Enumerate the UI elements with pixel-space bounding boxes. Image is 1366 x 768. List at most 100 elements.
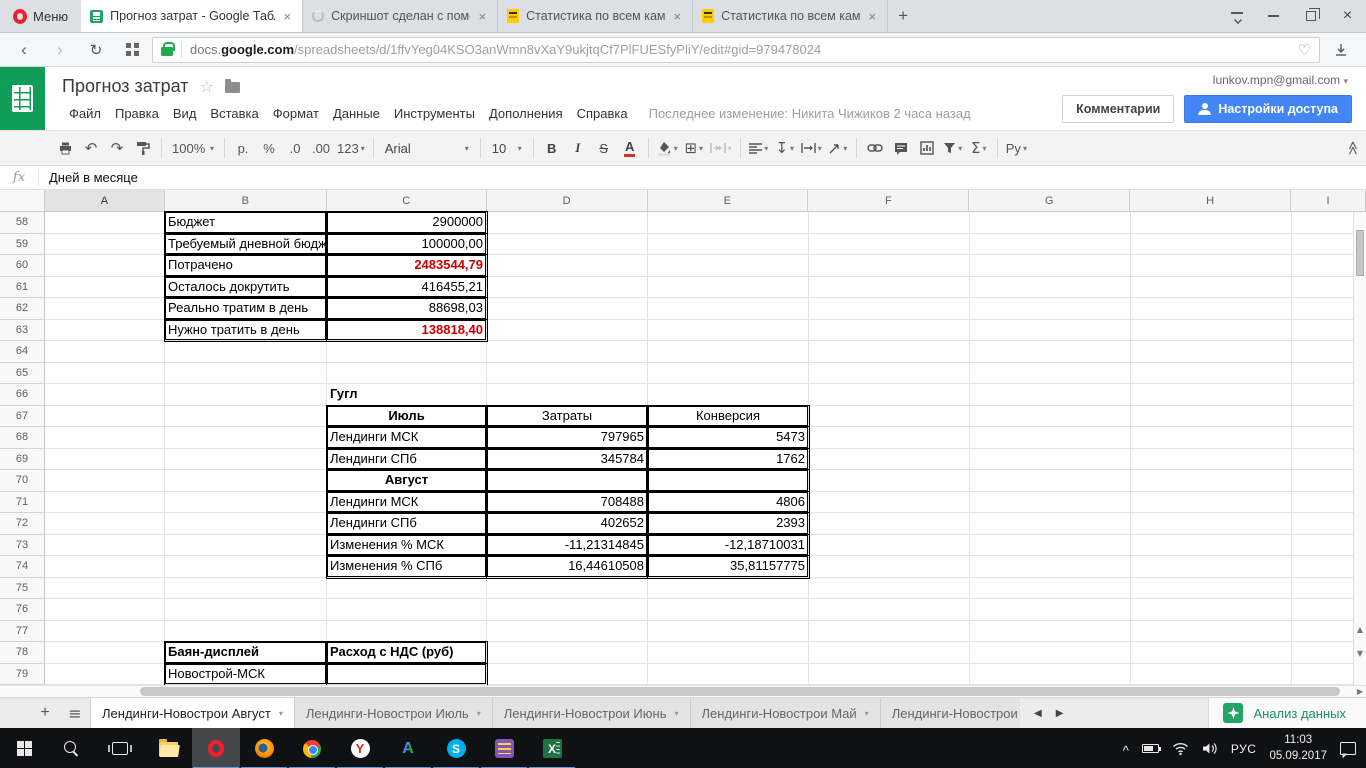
cell-D65[interactable] xyxy=(487,362,648,384)
cell-C67[interactable]: Июль xyxy=(327,405,487,427)
row-header-67[interactable]: 67 xyxy=(0,405,45,427)
horizontal-scrollbar-thumb[interactable] xyxy=(140,687,1340,696)
cell-C79[interactable] xyxy=(327,663,487,685)
cell-F61[interactable] xyxy=(809,276,970,298)
menu-Вид[interactable]: Вид xyxy=(166,104,204,123)
cell-E62[interactable] xyxy=(648,298,809,320)
font-size-select[interactable]: 10 ▾ xyxy=(486,135,528,161)
cell-F70[interactable] xyxy=(809,470,970,492)
row-header-73[interactable]: 73 xyxy=(0,534,45,556)
secure-lock-icon[interactable] xyxy=(161,41,175,56)
cell-D64[interactable] xyxy=(487,341,648,363)
cell-A65[interactable] xyxy=(45,362,165,384)
cell-B63[interactable]: Нужно тратить в день xyxy=(165,319,327,341)
column-header-B[interactable]: B xyxy=(164,190,327,212)
sheet-tab-2[interactable]: Лендинги-Новострои Июнь ▾ xyxy=(492,698,691,728)
sheet-tab-4[interactable]: Лендинги-Новострои Апрель▾ xyxy=(880,698,1020,728)
address-field[interactable]: docs.google.com/spreadsheets/d/1ffvYeg04… xyxy=(152,36,1320,63)
cell-D60[interactable] xyxy=(487,255,648,277)
vertical-scrollbar-thumb[interactable] xyxy=(1356,230,1364,276)
browser-tab-1[interactable]: Скриншот сделан с помо × xyxy=(303,0,499,32)
cell-H62[interactable] xyxy=(1131,298,1292,320)
cell-C78[interactable]: Расход с НДС (руб) xyxy=(327,642,487,664)
cell-B73[interactable] xyxy=(165,534,327,556)
forward-button[interactable]: › xyxy=(44,36,76,64)
taskbar-opera[interactable] xyxy=(192,728,240,768)
cell-C77[interactable] xyxy=(327,620,487,642)
cell-E72[interactable]: 2393 xyxy=(648,513,809,535)
cell-A62[interactable] xyxy=(45,298,165,320)
cell-C58[interactable]: 2900000 xyxy=(327,212,487,234)
cell-D73[interactable]: -11,21314845 xyxy=(487,534,648,556)
action-center-icon[interactable] xyxy=(1340,742,1356,755)
cell-G67[interactable] xyxy=(970,405,1131,427)
cell-C76[interactable] xyxy=(327,599,487,621)
cell-B67[interactable] xyxy=(165,405,327,427)
menu-Справка[interactable]: Справка xyxy=(570,104,635,123)
format-currency-button[interactable]: р. xyxy=(230,135,256,161)
text-wrap-button[interactable]: ▾ xyxy=(798,135,825,161)
cell-C71[interactable]: Лендинги МСК xyxy=(327,491,487,513)
cell-G74[interactable] xyxy=(970,556,1131,578)
cell-F62[interactable] xyxy=(809,298,970,320)
cell-F59[interactable] xyxy=(809,233,970,255)
paint-format-button[interactable] xyxy=(130,135,156,161)
cell-B74[interactable] xyxy=(165,556,327,578)
cell-A76[interactable] xyxy=(45,599,165,621)
cell-F71[interactable] xyxy=(809,491,970,513)
cell-F78[interactable] xyxy=(809,642,970,664)
functions-button[interactable]: Σ ▾ xyxy=(966,135,992,161)
cell-G77[interactable] xyxy=(970,620,1131,642)
explore-button[interactable]: Анализ данных xyxy=(1208,698,1366,728)
cell-B58[interactable]: Бюджет xyxy=(165,212,327,234)
cell-A77[interactable] xyxy=(45,620,165,642)
cell-A67[interactable] xyxy=(45,405,165,427)
sheet-tab-0[interactable]: Лендинги-Новострои Август ▾ xyxy=(90,698,295,728)
horizontal-scrollbar[interactable]: ▶ xyxy=(0,685,1366,697)
cell-B62[interactable]: Реально тратим в день xyxy=(165,298,327,320)
undo-button[interactable]: ↶ xyxy=(78,135,104,161)
cell-E69[interactable]: 1762 xyxy=(648,448,809,470)
collapse-toolbar-button[interactable]: ≪ xyxy=(1345,141,1361,156)
cell-E64[interactable] xyxy=(648,341,809,363)
reload-button[interactable]: ↻ xyxy=(80,36,112,64)
cell-H67[interactable] xyxy=(1131,405,1292,427)
cell-B64[interactable] xyxy=(165,341,327,363)
taskbar-task-view[interactable] xyxy=(96,728,144,768)
cell-B61[interactable]: Осталось докрутить xyxy=(165,276,327,298)
cell-H59[interactable] xyxy=(1131,233,1292,255)
cell-G70[interactable] xyxy=(970,470,1131,492)
taskbar-start[interactable] xyxy=(0,728,48,768)
row-header-72[interactable]: 72 xyxy=(0,513,45,535)
opera-menu-button[interactable]: Меню xyxy=(0,0,81,32)
account-menu[interactable]: lunkov.mpn@gmail.com ▾ xyxy=(1062,73,1348,87)
sheet-scroll-right-button[interactable]: ▶ xyxy=(1056,708,1064,719)
menu-Правка[interactable]: Правка xyxy=(108,104,166,123)
speed-dial-button[interactable] xyxy=(116,36,148,64)
cell-F64[interactable] xyxy=(809,341,970,363)
comments-button[interactable]: Комментарии xyxy=(1062,95,1175,123)
cell-E68[interactable]: 5473 xyxy=(648,427,809,449)
row-header-77[interactable]: 77 xyxy=(0,620,45,642)
cell-H65[interactable] xyxy=(1131,362,1292,384)
browser-tab-2[interactable]: Статистика по всем камп × xyxy=(498,0,694,32)
cell-H73[interactable] xyxy=(1131,534,1292,556)
cell-C70[interactable]: Август xyxy=(327,470,487,492)
tray-overflow-button[interactable]: ^ xyxy=(1123,743,1129,758)
more-formats-button[interactable]: 123 ▾ xyxy=(334,135,368,161)
minimize-button[interactable] xyxy=(1255,0,1292,33)
tab-search-button[interactable] xyxy=(1218,0,1255,33)
cell-G60[interactable] xyxy=(970,255,1131,277)
cell-D71[interactable]: 708488 xyxy=(487,491,648,513)
sheet-tab-1[interactable]: Лендинги-Новострои Июль ▾ xyxy=(294,698,493,728)
row-header-65[interactable]: 65 xyxy=(0,362,45,384)
cell-F74[interactable] xyxy=(809,556,970,578)
cell-F68[interactable] xyxy=(809,427,970,449)
browser-tab-0[interactable]: Прогноз затрат - Google Таблицы × xyxy=(81,0,304,32)
redo-button[interactable]: ↷ xyxy=(104,135,130,161)
cell-G64[interactable] xyxy=(970,341,1131,363)
italic-button[interactable]: I xyxy=(565,135,591,161)
increase-decimal-button[interactable]: .00 xyxy=(308,135,334,161)
filter-button[interactable]: ▾ xyxy=(940,135,966,161)
cell-E78[interactable] xyxy=(648,642,809,664)
